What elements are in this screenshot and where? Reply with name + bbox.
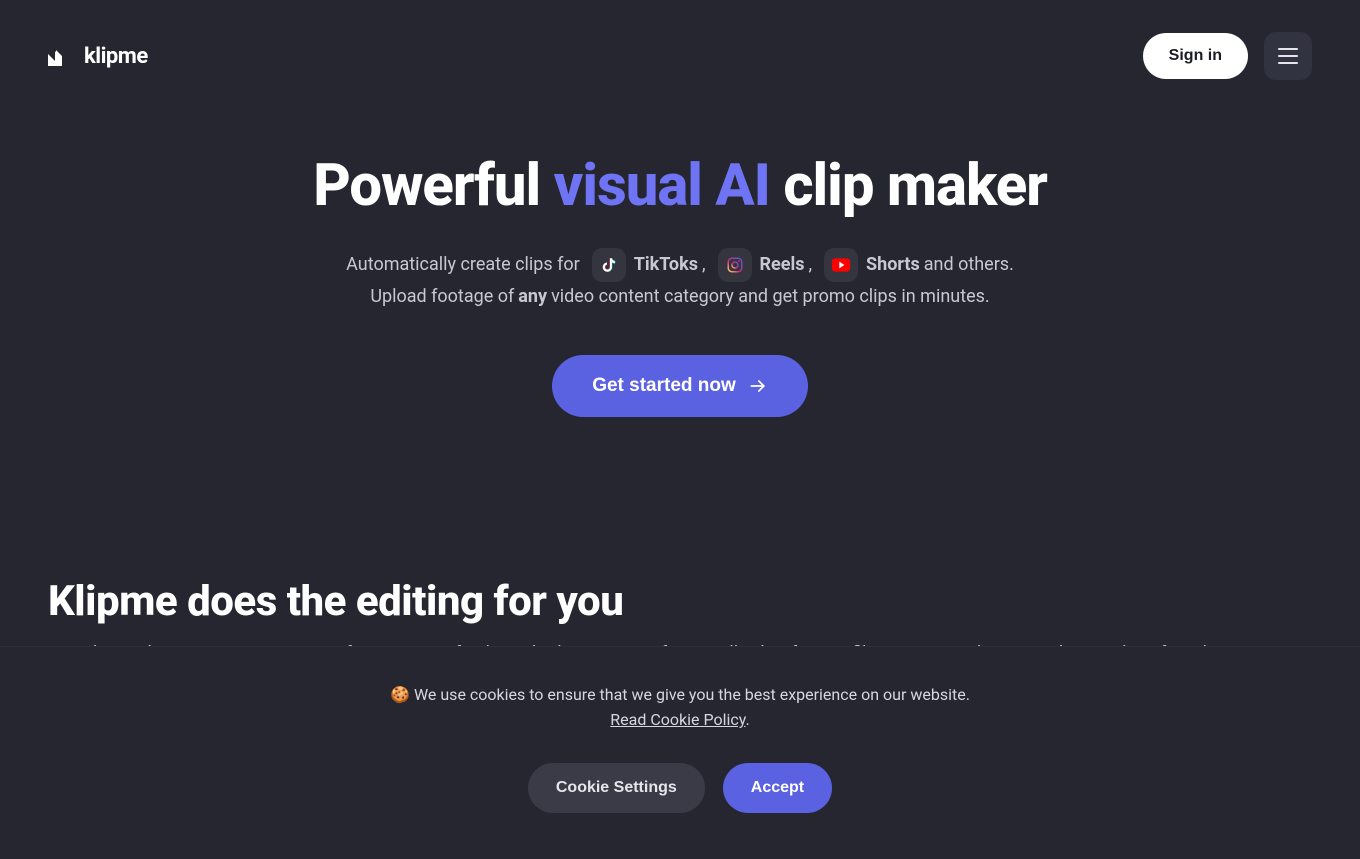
hero: Powerful visual AI clip maker Automatica… [0,112,1360,417]
hero-heading-accent: visual AI [554,152,770,220]
instagram-icon [718,248,752,282]
cta-label: Get started now [592,375,736,397]
brand-logo[interactable]: klipme [48,44,148,69]
youtube-icon [824,248,858,282]
shorts-label: Shorts [866,250,920,281]
hero-heading: Powerful visual AI clip maker [0,152,1360,220]
signin-button[interactable]: Sign in [1143,33,1248,79]
hamburger-icon [1278,48,1298,50]
header-actions: Sign in [1143,32,1312,80]
arrow-right-icon [748,376,768,396]
header: klipme Sign in [0,0,1360,112]
cookie-accept-button[interactable]: Accept [723,763,832,813]
cookie-emoji-icon: 🍪 [390,685,410,704]
tiktok-label: TikToks [634,250,698,281]
get-started-button[interactable]: Get started now [552,355,808,417]
brand-name: klipme [84,44,148,69]
hero-subtitle-line2: Upload footage of any video content cate… [0,282,1360,313]
section-editing-title: Klipme does the editing for you [48,577,1312,626]
cookie-settings-button[interactable]: Cookie Settings [528,763,705,813]
reels-label: Reels [760,250,805,281]
cookie-actions: Cookie Settings Accept [0,763,1360,813]
cookie-policy-link[interactable]: Read Cookie Policy [610,710,745,729]
brand-mark-icon [48,46,76,66]
cookie-text: 🍪 We use cookies to ensure that we give … [0,683,1360,733]
menu-button[interactable] [1264,32,1312,80]
cookie-banner: 🍪 We use cookies to ensure that we give … [0,646,1360,859]
tiktok-icon [592,248,626,282]
hero-subtitle: Automatically create clips for TikToks, [0,248,1360,313]
hero-subtitle-line1: Automatically create clips for TikToks, [0,248,1360,282]
